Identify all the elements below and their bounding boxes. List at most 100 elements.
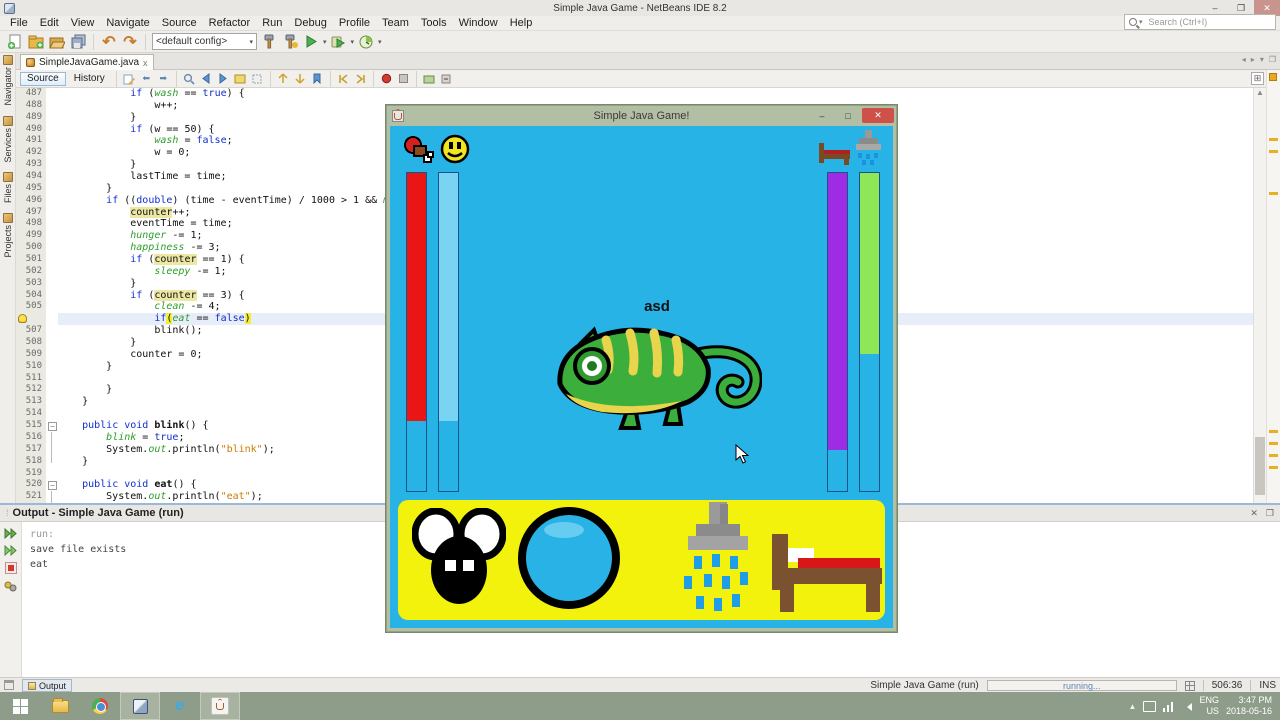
netbeans-taskbar-button[interactable] [120,692,160,720]
warning-mark[interactable] [1269,150,1278,153]
profile-dropdown-icon[interactable]: ▾ [378,38,382,46]
network-icon[interactable] [1163,700,1177,712]
error-stripe[interactable] [1266,70,1280,503]
previous-bookmark-icon[interactable] [276,72,291,86]
profile-project-button[interactable] [357,33,375,51]
find-selection-icon[interactable] [182,72,197,86]
pc-status-icon[interactable] [1143,700,1157,712]
volume-icon[interactable] [1183,703,1193,711]
shift-left-icon[interactable] [336,72,351,86]
warnings-indicator-icon[interactable] [1269,73,1277,81]
last-edit-icon[interactable] [122,72,137,86]
ant-settings-icon[interactable] [4,580,17,592]
start-macro-recording-icon[interactable] [379,72,394,86]
scroll-up-icon[interactable]: ▲ [1254,88,1266,97]
editor-scrollbar[interactable]: ▲ [1253,88,1266,503]
show-hidden-icons-button[interactable]: ▲ [1129,702,1137,711]
fly-button[interactable] [412,508,506,606]
open-project-button[interactable] [48,33,66,51]
tab-close-icon[interactable]: x [143,58,148,68]
menu-window[interactable]: Window [453,17,504,29]
game-maximize-button[interactable]: □ [836,108,860,123]
rail-tab-projects[interactable]: Projects [2,213,13,258]
menu-navigate[interactable]: Navigate [100,17,155,29]
undo-button[interactable]: ↶ [100,33,118,51]
new-file-button[interactable] [6,33,24,51]
menu-help[interactable]: Help [504,17,539,29]
menu-edit[interactable]: Edit [34,17,65,29]
game-canvas[interactable]: asd [390,126,893,628]
file-explorer-button[interactable] [40,692,80,720]
scroll-tabs-left-icon[interactable]: ◂ [1242,55,1246,64]
toggle-bookmark-icon[interactable] [310,72,325,86]
restore-panel-icon[interactable]: ❐ [1266,508,1274,519]
warning-mark[interactable] [1269,430,1278,433]
find-previous-icon[interactable] [199,72,214,86]
rail-tab-services[interactable]: Services [2,115,13,162]
warning-mark[interactable] [1269,192,1278,195]
scroll-tabs-right-icon[interactable]: ▸ [1251,55,1255,64]
forward-icon[interactable]: ➡ [156,72,171,86]
bed-button[interactable] [770,532,884,616]
game-minimize-button[interactable]: – [810,108,834,123]
clock[interactable]: 3:47 PM 2018-05-16 [1226,695,1272,717]
chrome-button[interactable] [80,692,120,720]
menu-run[interactable]: Run [256,17,288,29]
internet-explorer-button[interactable]: e [160,692,200,720]
warning-bulb-icon[interactable] [18,314,27,324]
progress-bar[interactable]: running... [986,680,1177,691]
next-bookmark-icon[interactable] [293,72,308,86]
stop-icon[interactable] [4,562,17,574]
menu-refactor[interactable]: Refactor [203,17,257,29]
find-next-icon[interactable] [216,72,231,86]
menu-source[interactable]: Source [156,17,203,29]
menu-view[interactable]: View [65,17,101,29]
history-view-button[interactable]: History [68,72,111,86]
rerun-with-options-icon[interactable] [4,545,17,556]
ide-titlebar[interactable]: Simple Java Game - NetBeans IDE 8.2 – ❐ … [0,0,1280,16]
game-titlebar[interactable]: Simple Java Game! – □ ✕ [387,106,896,126]
split-editor-icon[interactable]: ⊞ [1251,72,1264,85]
maximize-editor-icon[interactable]: ❐ [1269,55,1276,64]
output-console[interactable]: run: save file exists eat [30,527,126,572]
java-app-taskbar-button[interactable] [200,692,240,720]
rerun-icon[interactable] [4,528,17,539]
minimized-output-tab[interactable]: Output [22,679,73,692]
debug-project-button[interactable] [330,33,348,51]
game-close-button[interactable]: ✕ [862,108,894,123]
tab-list-icon[interactable]: ▾ [1260,55,1264,64]
run-dropdown-icon[interactable]: ▾ [323,38,327,46]
build-project-button[interactable] [260,33,278,51]
stop-macro-recording-icon[interactable] [396,72,411,86]
rail-tab-navigator[interactable]: Navigator [2,55,13,106]
start-button[interactable] [0,692,40,720]
code-fold-icon[interactable] [439,72,454,86]
clean-build-button[interactable] [281,33,299,51]
select-in-projects-icon[interactable] [250,72,265,86]
save-all-button[interactable] [69,33,87,51]
language-indicator[interactable]: ENG US [1199,695,1219,717]
config-select[interactable]: <default config> ▾ [152,33,257,50]
ball-button[interactable] [516,504,622,612]
menu-profile[interactable]: Profile [333,17,376,29]
menu-file[interactable]: File [4,17,34,29]
close-panel-icon[interactable]: ✕ [1250,508,1258,519]
warning-mark[interactable] [1269,442,1278,445]
rail-tab-files[interactable]: Files [2,172,13,203]
shower-button[interactable] [682,502,756,614]
source-view-button[interactable]: Source [20,71,66,86]
toggle-highlight-icon[interactable] [233,72,248,86]
toggle-comment-icon[interactable] [422,72,437,86]
shift-right-icon[interactable] [353,72,368,86]
back-icon[interactable]: ⬅ [139,72,154,86]
new-project-button[interactable] [27,33,45,51]
menu-team[interactable]: Team [376,17,415,29]
tab-simplejavagame[interactable]: SimpleJavaGame.java x [20,54,154,70]
run-project-button[interactable] [302,33,320,51]
redo-button[interactable]: ↷ [121,33,139,51]
code-line[interactable]: 487 if (wash == true) { [16,88,1266,100]
warning-mark[interactable] [1269,466,1278,469]
warning-mark[interactable] [1269,454,1278,457]
scrollbar-thumb[interactable] [1255,436,1265,495]
process-list-icon[interactable] [1184,680,1195,691]
